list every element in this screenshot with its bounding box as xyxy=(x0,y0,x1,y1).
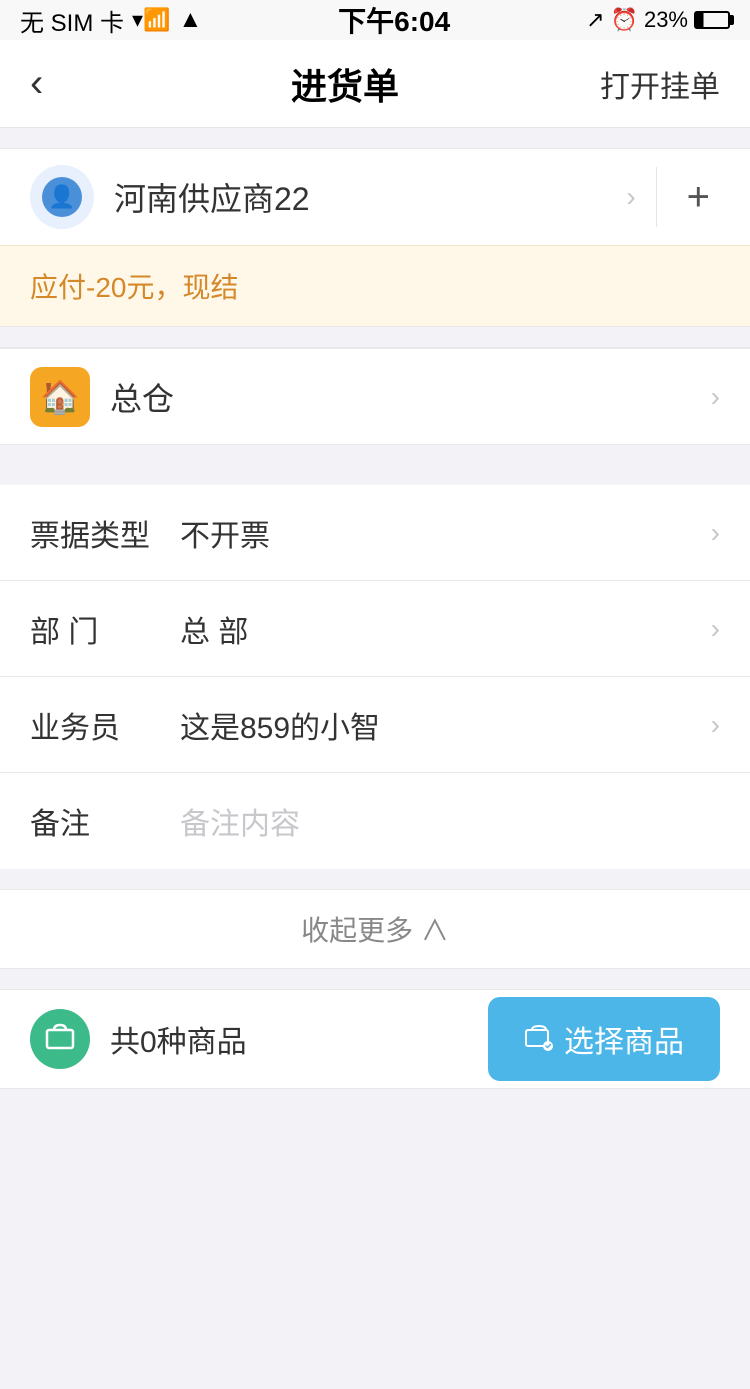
remark-row[interactable]: 备注 备注内容 xyxy=(0,773,750,869)
warning-banner: 应付-20元，现结 xyxy=(0,245,750,326)
salesperson-value: 这是859的小智 xyxy=(180,703,711,747)
salesperson-label: 业务员 xyxy=(30,703,160,747)
time-label: 下午6:04 xyxy=(338,0,450,40)
carrier-label: 无 SIM 卡 xyxy=(20,3,124,38)
battery-icon xyxy=(694,11,730,29)
invoice-type-row[interactable]: 票据类型 不开票 › xyxy=(0,485,750,581)
status-bar: 无 SIM 卡 ▾📶 ︎▲ 下午6:04 ↗ ⏰ 23% xyxy=(0,0,750,40)
back-button[interactable]: ‹ xyxy=(30,61,90,106)
nav-bar: ‹ 进货单 打开挂单 xyxy=(0,40,750,128)
department-row[interactable]: 部 门 总 部 › xyxy=(0,581,750,677)
status-right: ↗ ⏰ 23% xyxy=(586,7,730,33)
invoice-type-value: 不开票 xyxy=(180,511,711,555)
gap-2 xyxy=(0,327,750,347)
product-count-label: 共0种商品 xyxy=(110,1017,488,1061)
warning-text: 应付-20元，现结 xyxy=(30,272,238,303)
department-chevron-icon: › xyxy=(711,613,720,645)
warehouse-row[interactable]: 🏠 总仓 › xyxy=(0,348,750,444)
page-background xyxy=(0,1089,750,1389)
remark-label: 备注 xyxy=(30,799,160,843)
department-label: 部 门 xyxy=(30,607,160,651)
warehouse-name: 总仓 xyxy=(110,374,711,420)
warehouse-chevron-icon: › xyxy=(711,381,720,413)
invoice-type-chevron-icon: › xyxy=(711,517,720,549)
battery-percent: 23% xyxy=(644,7,688,33)
salesperson-row[interactable]: 业务员 这是859的小智 › xyxy=(0,677,750,773)
supplier-chevron-icon: › xyxy=(626,181,635,213)
avatar: 👤 xyxy=(30,165,94,229)
wifi-icon: ▾📶 xyxy=(132,7,170,33)
page-title: 进货单 xyxy=(291,58,399,110)
wifi-bars: ︎▲ xyxy=(178,6,202,34)
status-left: 无 SIM 卡 ▾📶 ︎▲ xyxy=(20,3,202,38)
cart-icon xyxy=(30,1009,90,1069)
department-value: 总 部 xyxy=(180,607,711,651)
collapse-button[interactable]: 收起更多 ∧ xyxy=(0,889,750,969)
supplier-name: 河南供应商22 xyxy=(114,174,626,220)
divider xyxy=(656,167,657,227)
avatar-person-icon: 👤 xyxy=(42,177,82,217)
select-product-label: 选择商品 xyxy=(564,1017,684,1061)
salesperson-chevron-icon: › xyxy=(711,709,720,741)
alarm-icon: ⏰ xyxy=(611,7,638,33)
form-section: 票据类型 不开票 › 部 门 总 部 › 业务员 这是859的小智 › 备注 备… xyxy=(0,485,750,869)
supplier-row[interactable]: 👤 河南供应商22 › + xyxy=(0,149,750,245)
supplier-section: 👤 河南供应商22 › + 应付-20元，现结 xyxy=(0,148,750,327)
select-product-button[interactable]: 选择商品 xyxy=(488,997,720,1081)
add-supplier-button[interactable]: + xyxy=(677,175,720,220)
location-icon: ↗ xyxy=(586,7,604,33)
gap-3 xyxy=(0,445,750,465)
warehouse-icon: 🏠 xyxy=(30,367,90,427)
back-chevron-icon: ‹ xyxy=(30,61,43,105)
open-pending-button[interactable]: 打开挂单 xyxy=(600,62,720,106)
remark-placeholder: 备注内容 xyxy=(180,799,720,843)
warehouse-section: 🏠 总仓 › xyxy=(0,347,750,445)
collapse-label: 收起更多 ∧ xyxy=(301,909,449,949)
invoice-type-label: 票据类型 xyxy=(30,511,160,555)
bottom-bar: 共0种商品 选择商品 xyxy=(0,989,750,1089)
gap-1 xyxy=(0,128,750,148)
